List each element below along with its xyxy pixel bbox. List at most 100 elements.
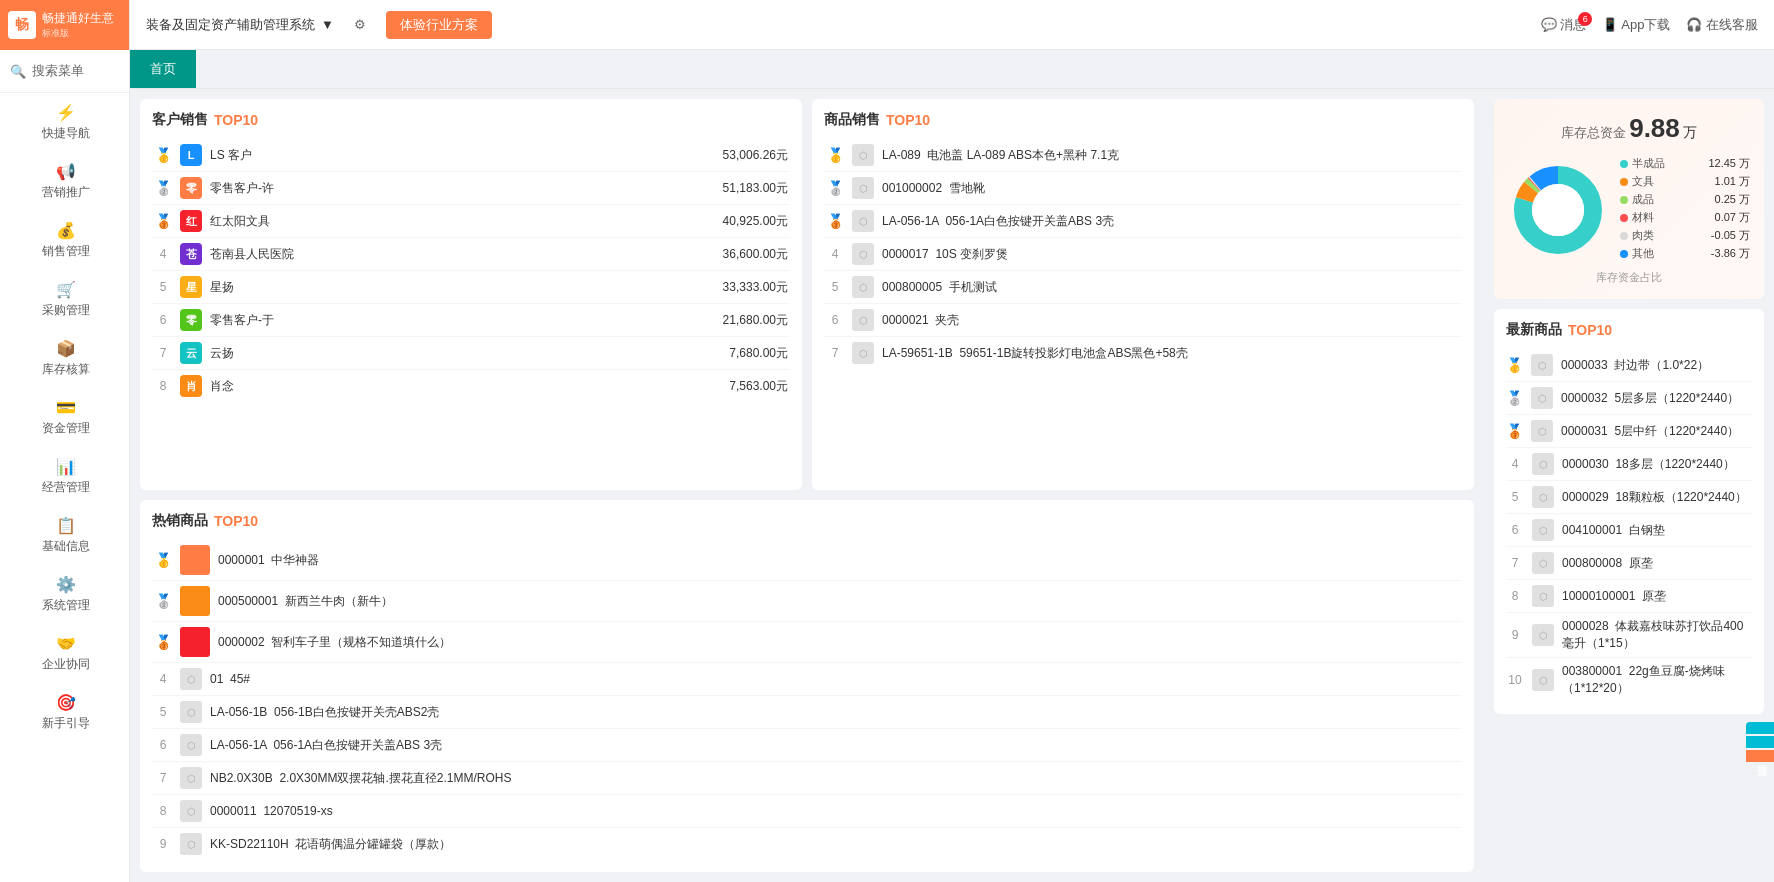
- sidebar-item-label: 企业协同: [42, 656, 90, 673]
- product-info: LA-089 电池盖 LA-089 ABS本色+黑种 7.1克: [882, 147, 1460, 164]
- float-service: 客服热线 服务社区 直播: [1746, 722, 1774, 762]
- service-community-btn[interactable]: 服务社区: [1746, 736, 1774, 748]
- avatar: 星: [180, 276, 202, 298]
- newest-list: 🥇 ⬡ 0000033 封边带（1.0*22） 🥈 ⬡ 0000032 5层多层…: [1506, 349, 1752, 702]
- hot-product-info: 0000001 中华神器: [218, 552, 1460, 569]
- newest-product-info: 003800001 22g鱼豆腐-烧烤味（1*12*20）: [1562, 663, 1752, 697]
- search-menu-button[interactable]: 🔍 搜索菜单: [10, 58, 119, 84]
- rank-icon: 🥉: [154, 213, 172, 229]
- system-selector[interactable]: 装备及固定资产辅助管理系统 ▼: [146, 16, 334, 34]
- rank-num: 9: [154, 837, 172, 851]
- product-thumbnail: [180, 545, 210, 575]
- sidebar-item-guide[interactable]: 🎯 新手引导: [0, 683, 129, 742]
- newest-item: 8 ⬡ 10000100001 原垄: [1506, 580, 1752, 613]
- legend-finished: 成品 0.25 万: [1620, 192, 1750, 207]
- message-badge[interactable]: 💬 消息 6: [1541, 16, 1587, 34]
- customer-list: 🥇 L LS 客户 53,006.26元 🥈 零 零售客户-许 51,183.0…: [152, 139, 790, 402]
- customer-title-text: 客户销售: [152, 111, 208, 129]
- rank-num: 6: [154, 313, 172, 327]
- customer-amount: 21,680.00元: [723, 312, 788, 329]
- trial-button[interactable]: 体验行业方案: [386, 11, 492, 39]
- rank-num: 7: [154, 771, 172, 785]
- product-sales-text: 商品销售: [824, 111, 880, 129]
- product-icon: ⬡: [852, 177, 874, 199]
- legend-dot: [1620, 232, 1628, 240]
- sidebar-item-label: 营销推广: [42, 184, 90, 201]
- sidebar-item-finance[interactable]: 💳 资金管理: [0, 388, 129, 447]
- sidebar-item-inventory[interactable]: 📦 库存核算: [0, 329, 129, 388]
- hot-product-item: 7 ⬡ NB2.0X30B 2.0X30MM双摆花轴.摆花直径2.1MM/ROH…: [152, 762, 1462, 795]
- product-thumbnail: [180, 586, 210, 616]
- logo-icon: 畅: [8, 11, 36, 39]
- product-icon: ⬡: [1532, 453, 1554, 475]
- legend-dot: [1620, 196, 1628, 204]
- sidebar-item-label: 经营管理: [42, 479, 90, 496]
- newest-product-info: 0000029 18颗粒板（1220*2440）: [1562, 489, 1752, 506]
- inventory-subtitle: 库存资金占比: [1508, 270, 1750, 285]
- avatar: 苍: [180, 243, 202, 265]
- settings-button[interactable]: ⚙: [346, 11, 374, 39]
- product-sales-card: 商品销售 TOP10 🥇 ⬡ LA-089 电池盖 LA-089 ABS本色+黑…: [812, 99, 1474, 490]
- sidebar-item-basics[interactable]: 📋 基础信息: [0, 506, 129, 565]
- live-btn[interactable]: 直播: [1746, 750, 1774, 762]
- product-icon: ⬡: [1531, 354, 1553, 376]
- sidebar-item-sales[interactable]: 💰 销售管理: [0, 211, 129, 270]
- inventory-total: 库存总资金 9.88 万: [1508, 113, 1750, 144]
- customer-list-item: 🥈 零 零售客户-许 51,183.00元: [152, 172, 790, 205]
- legend-semi-finished: 半成品 12.45 万: [1620, 156, 1750, 171]
- sales-icon: 💰: [56, 221, 76, 240]
- customer-amount: 51,183.00元: [723, 180, 788, 197]
- rank-num: 5: [154, 280, 172, 294]
- search-label: 搜索菜单: [32, 62, 84, 80]
- newest-item: 🥉 ⬡ 0000031 5层中纤（1220*2440）: [1506, 415, 1752, 448]
- sidebar-item-marketing[interactable]: 📢 营销推广: [0, 152, 129, 211]
- product-info: 0000017 10S 变刹罗煲: [882, 246, 1460, 263]
- product-icon: ⬡: [1532, 585, 1554, 607]
- operations-icon: 📊: [56, 457, 76, 476]
- tab-home[interactable]: 首页: [130, 50, 196, 88]
- rank-num: 5: [826, 280, 844, 294]
- inventory-unit: 万: [1683, 124, 1697, 140]
- sidebar-item-purchase[interactable]: 🛒 采购管理: [0, 270, 129, 329]
- rank-icon: 🥉: [154, 634, 172, 650]
- product-icon: ⬡: [852, 276, 874, 298]
- logo-text-wrap: 畅捷通好生意 标准版: [42, 10, 114, 40]
- avatar: 肖: [180, 375, 202, 397]
- rank-num: 6: [154, 738, 172, 752]
- rank-num: 10: [1506, 673, 1524, 687]
- product-icon: ⬡: [1532, 552, 1554, 574]
- customer-amount: 53,006.26元: [723, 147, 788, 164]
- customer-name: 肖念: [210, 378, 721, 395]
- customer-amount: 7,680.00元: [729, 345, 788, 362]
- newest-item: 🥈 ⬡ 0000032 5层多层（1220*2440）: [1506, 382, 1752, 415]
- rank-num: 7: [1506, 556, 1524, 570]
- legend-other: 其他 -3.86 万: [1620, 246, 1750, 261]
- sidebar-item-label: 新手引导: [42, 715, 90, 732]
- inventory-icon: 📦: [56, 339, 76, 358]
- newest-title-text: 最新商品: [1506, 321, 1562, 339]
- product-icon: ⬡: [852, 144, 874, 166]
- customer-service-btn[interactable]: 客服热线: [1746, 722, 1774, 734]
- rank-icon: 🥇: [154, 147, 172, 163]
- product-info: LA-056-1A 056-1A白色按键开关盖ABS 3壳: [882, 213, 1460, 230]
- product-scroll-item: 6 ⬡ 0000021 夹壳: [824, 304, 1462, 337]
- sidebar-item-quick[interactable]: ⚡ 快捷导航: [0, 93, 129, 152]
- top-header: 装备及固定资产辅助管理系统 ▼ ⚙ 体验行业方案 💬 消息 6 📱 App下载 …: [130, 0, 1774, 50]
- hot-product-item: 9 ⬡ KK-SD22110H 花语萌偶温分罐罐袋（厚款）: [152, 828, 1462, 860]
- sidebar-item-label: 基础信息: [42, 538, 90, 555]
- newest-product-info: 0000033 封边带（1.0*22）: [1561, 357, 1752, 374]
- online-service-link[interactable]: 🎧 在线客服: [1686, 16, 1758, 34]
- hot-product-item: 🥇 0000001 中华神器: [152, 540, 1462, 581]
- sidebar-item-cooperation[interactable]: 🤝 企业协同: [0, 624, 129, 683]
- sidebar-item-operations[interactable]: 📊 经营管理: [0, 447, 129, 506]
- product-icon: ⬡: [180, 800, 202, 822]
- system-name: 装备及固定资产辅助管理系统: [146, 16, 315, 34]
- sidebar-item-system[interactable]: ⚙️ 系统管理: [0, 565, 129, 624]
- newest-product-info: 004100001 白钢垫: [1562, 522, 1752, 539]
- marketing-icon: 📢: [56, 162, 76, 181]
- sidebar: 畅 畅捷通好生意 标准版 🔍 搜索菜单 ⚡ 快捷导航 📢 营销推广 💰 销售管理…: [0, 0, 130, 882]
- hot-product-item: 8 ⬡ 0000011 12070519-xs: [152, 795, 1462, 828]
- app-download-link[interactable]: 📱 App下载: [1602, 16, 1670, 34]
- hot-product-item: 6 ⬡ LA-056-1A 056-1A白色按键开关盖ABS 3壳: [152, 729, 1462, 762]
- sidebar-item-label: 快捷导航: [42, 125, 90, 142]
